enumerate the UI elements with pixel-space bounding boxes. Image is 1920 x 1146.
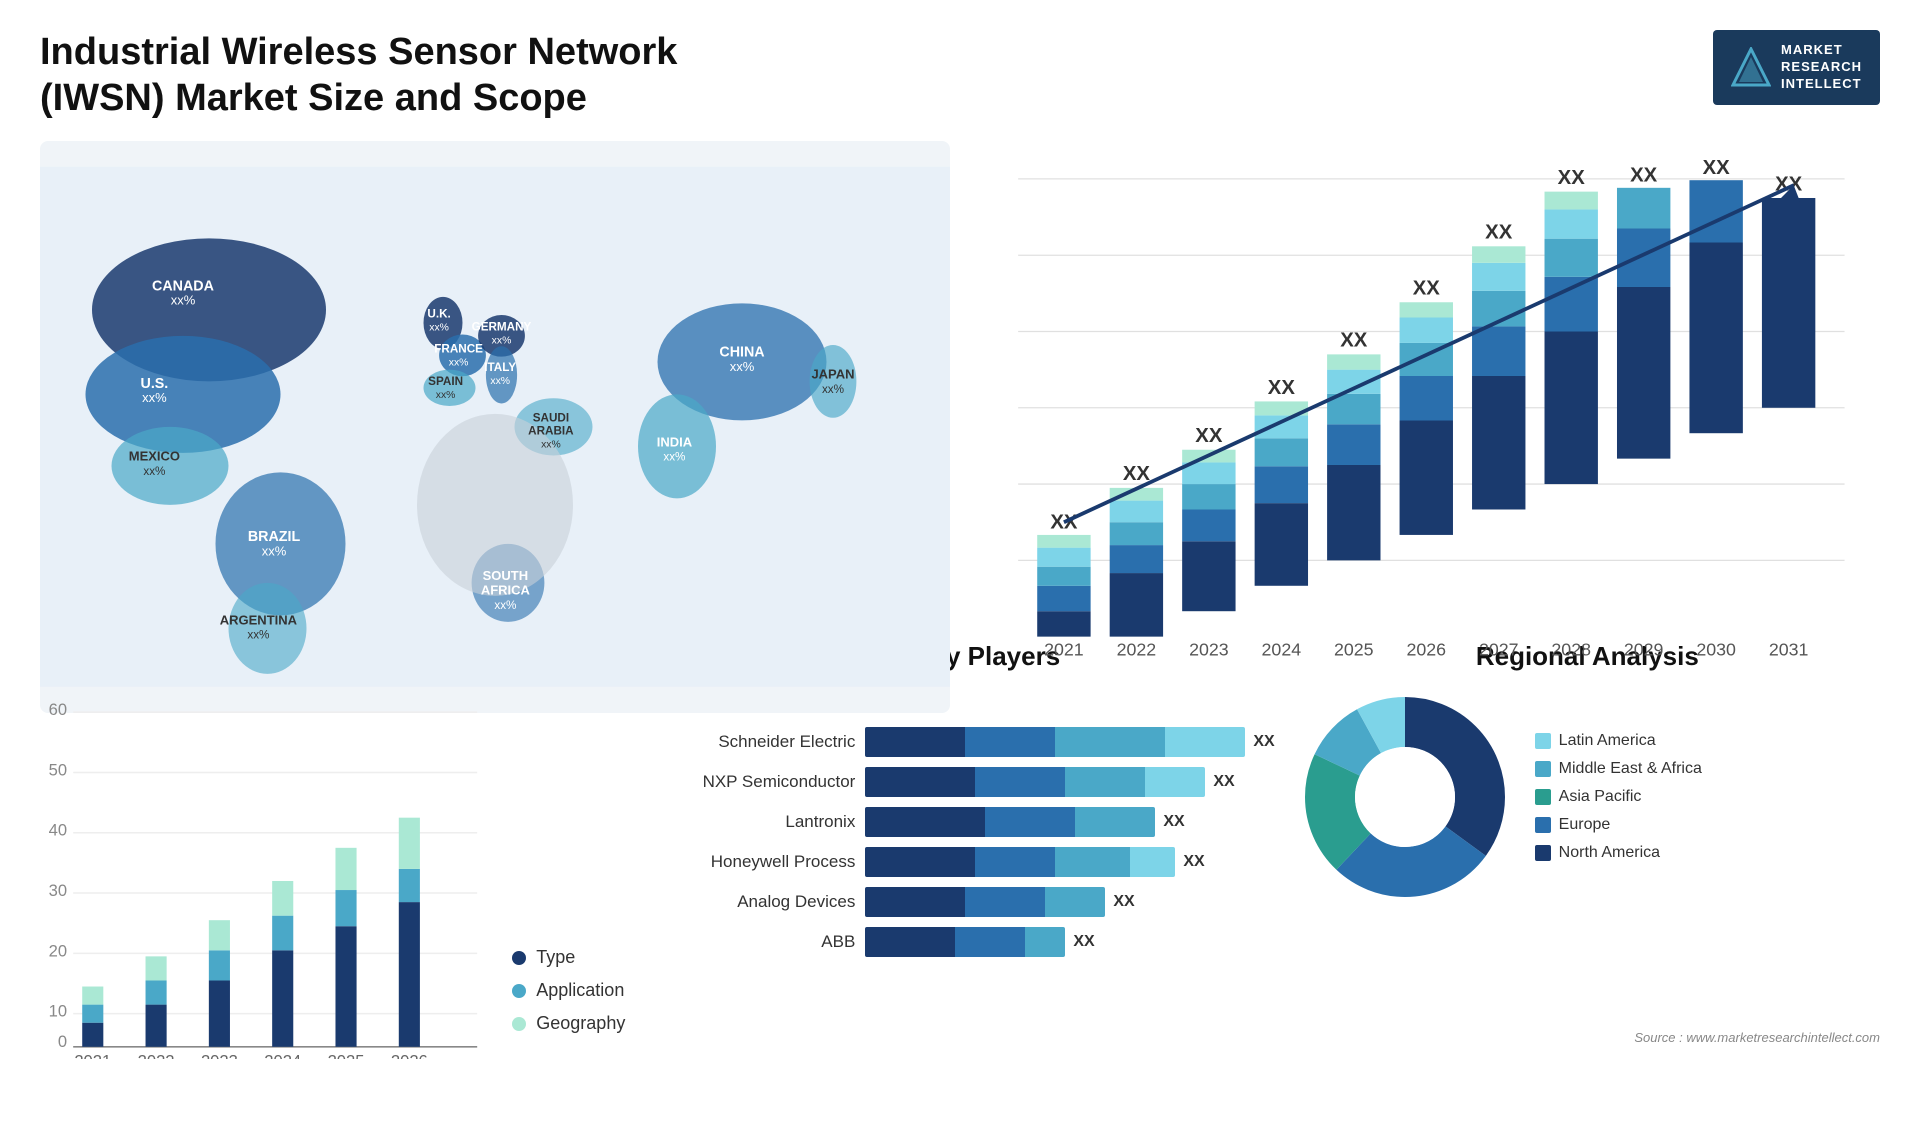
svg-text:XX: XX xyxy=(1703,157,1731,179)
page-header: Industrial Wireless Sensor Network (IWSN… xyxy=(40,30,1880,121)
svg-text:xx%: xx% xyxy=(142,390,167,405)
svg-text:30: 30 xyxy=(49,881,67,900)
world-map-section: CANADA xx% U.S. xx% MEXICO xx% BRAZIL xx… xyxy=(40,141,950,713)
svg-text:GERMANY: GERMANY xyxy=(472,321,532,334)
legend-mea: Middle East & Africa xyxy=(1535,760,1702,778)
svg-text:2030: 2030 xyxy=(1696,640,1736,660)
legend-geography: Geography xyxy=(512,1013,625,1034)
svg-text:40: 40 xyxy=(49,821,67,840)
player-analog: Analog Devices XX xyxy=(645,887,1274,917)
svg-text:FRANCE: FRANCE xyxy=(434,343,483,356)
legend-asia-pacific: Asia Pacific xyxy=(1535,788,1702,806)
svg-text:50: 50 xyxy=(49,761,67,780)
svg-text:2025: 2025 xyxy=(1334,640,1374,660)
svg-text:xx%: xx% xyxy=(449,358,469,369)
svg-text:XX: XX xyxy=(1413,278,1441,300)
svg-text:2028: 2028 xyxy=(1551,640,1591,660)
svg-text:XX: XX xyxy=(1195,425,1223,447)
svg-text:xx%: xx% xyxy=(262,544,287,559)
svg-text:xx%: xx% xyxy=(822,383,844,396)
svg-text:2023: 2023 xyxy=(201,1052,238,1059)
svg-text:xx%: xx% xyxy=(492,336,512,347)
logo-icon xyxy=(1731,47,1771,87)
type-dot xyxy=(512,951,526,965)
svg-text:xx%: xx% xyxy=(143,465,165,478)
svg-text:SAUDI: SAUDI xyxy=(533,412,569,425)
svg-text:ITALY: ITALY xyxy=(484,361,516,374)
player-abb: ABB XX xyxy=(645,927,1274,957)
svg-text:MEXICO: MEXICO xyxy=(129,449,180,464)
segmentation-legend: Type Application Geography xyxy=(512,947,625,1064)
svg-text:XX: XX xyxy=(1485,222,1513,244)
donut-chart-svg xyxy=(1295,687,1515,907)
legend-application: Application xyxy=(512,980,625,1001)
logo: MARKET RESEARCH INTELLECT xyxy=(1713,30,1880,105)
svg-text:xx%: xx% xyxy=(730,359,755,374)
svg-text:xx%: xx% xyxy=(429,323,449,334)
svg-text:SOUTH: SOUTH xyxy=(483,568,529,583)
segmentation-chart-svg: 60 50 40 30 20 10 0 xyxy=(40,682,492,1059)
svg-text:2022: 2022 xyxy=(138,1052,175,1059)
svg-text:XX: XX xyxy=(1268,377,1296,399)
player-schneider: Schneider Electric XX xyxy=(645,727,1274,757)
svg-text:XX: XX xyxy=(1340,330,1368,352)
svg-text:2023: 2023 xyxy=(1189,640,1229,660)
svg-text:XX: XX xyxy=(1558,167,1586,189)
source-text: Source : www.marketresearchintellect.com xyxy=(1634,1030,1880,1045)
svg-text:2022: 2022 xyxy=(1117,640,1157,660)
donut-chart-container: Latin America Middle East & Africa Asia … xyxy=(1295,687,1880,907)
svg-text:2029: 2029 xyxy=(1624,640,1664,660)
svg-text:U.K.: U.K. xyxy=(427,308,450,321)
svg-text:2026: 2026 xyxy=(1406,640,1446,660)
regional-legend: Latin America Middle East & Africa Asia … xyxy=(1535,732,1702,862)
svg-text:2027: 2027 xyxy=(1479,640,1519,660)
player-nxp: NXP Semiconductor XX xyxy=(645,767,1274,797)
svg-text:2021: 2021 xyxy=(74,1052,111,1059)
growth-chart-svg: XX 2021 XX 2022 XX 2023 xyxy=(980,151,1870,703)
legend-type: Type xyxy=(512,947,625,968)
svg-text:JAPAN: JAPAN xyxy=(811,367,854,382)
svg-text:SPAIN: SPAIN xyxy=(428,375,463,388)
legend-north-america: North America xyxy=(1535,844,1702,862)
svg-text:20: 20 xyxy=(49,942,67,961)
svg-text:2025: 2025 xyxy=(328,1052,365,1059)
svg-text:2026: 2026 xyxy=(391,1052,428,1059)
svg-text:xx%: xx% xyxy=(171,293,196,308)
svg-text:xx%: xx% xyxy=(494,599,516,612)
svg-text:ARABIA: ARABIA xyxy=(528,425,574,438)
svg-text:2024: 2024 xyxy=(264,1052,301,1059)
svg-text:2021: 2021 xyxy=(1044,640,1084,660)
player-honeywell: Honeywell Process XX xyxy=(645,847,1274,877)
svg-text:XX: XX xyxy=(1630,165,1658,187)
svg-text:xx%: xx% xyxy=(436,390,456,401)
geo-dot xyxy=(512,1017,526,1031)
page-title: Industrial Wireless Sensor Network (IWSN… xyxy=(40,30,740,121)
players-chart: Siemens Schneider Electric xyxy=(645,687,1274,957)
svg-text:AFRICA: AFRICA xyxy=(481,583,531,598)
svg-text:ARGENTINA: ARGENTINA xyxy=(220,613,298,628)
world-map-svg: CANADA xx% U.S. xx% MEXICO xx% BRAZIL xx… xyxy=(40,141,950,713)
svg-text:XX: XX xyxy=(1123,463,1151,485)
svg-text:xx%: xx% xyxy=(663,451,685,464)
app-dot xyxy=(512,984,526,998)
svg-text:10: 10 xyxy=(49,1002,67,1021)
svg-text:0: 0 xyxy=(58,1032,67,1051)
growth-chart-section: XX 2021 XX 2022 XX 2023 xyxy=(970,141,1880,713)
legend-europe: Europe xyxy=(1535,816,1702,834)
svg-text:xx%: xx% xyxy=(490,376,510,387)
svg-text:xx%: xx% xyxy=(247,629,269,642)
svg-text:2024: 2024 xyxy=(1262,640,1302,660)
legend-latin-america: Latin America xyxy=(1535,732,1702,750)
svg-text:60: 60 xyxy=(49,700,67,719)
svg-text:xx%: xx% xyxy=(541,440,561,451)
logo-text: MARKET RESEARCH INTELLECT xyxy=(1781,42,1862,93)
svg-text:INDIA: INDIA xyxy=(657,435,693,450)
svg-text:2031: 2031 xyxy=(1769,640,1809,660)
player-lantronix: Lantronix XX xyxy=(645,807,1274,837)
